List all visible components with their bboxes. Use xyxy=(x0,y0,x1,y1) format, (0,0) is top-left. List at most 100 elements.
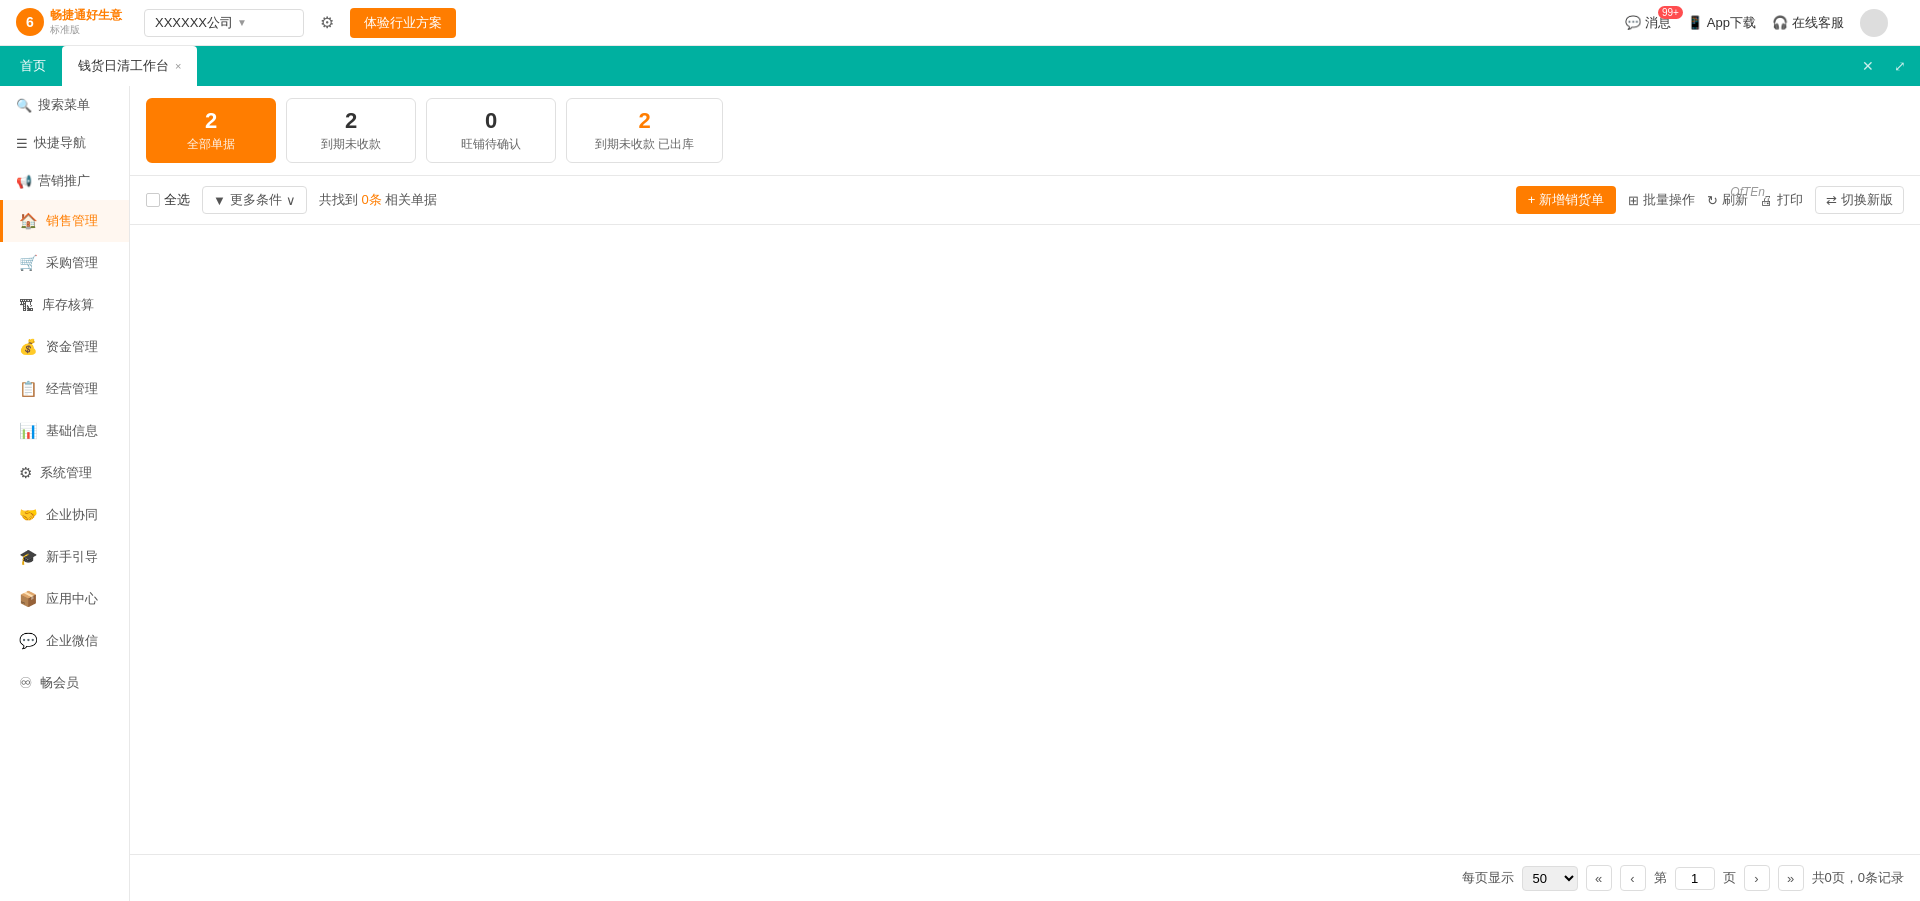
quick-nav-icon: ☰ xyxy=(16,136,28,151)
nav-tabs: 首页 钱货日清工作台 × ✕ ⤢ xyxy=(0,46,1920,86)
batch-icon: ⊞ xyxy=(1628,193,1639,208)
logo-area: 6 畅捷通好生意 标准版 xyxy=(16,8,136,36)
stat-cards: 2 全部单据 2 到期未收款 0 旺铺待确认 2 到期未收款 已出库 xyxy=(130,86,1920,176)
logo-icon: 6 xyxy=(16,8,44,36)
add-sale-order-button[interactable]: + 新增销货单 xyxy=(1516,186,1616,214)
stat-card-shipped[interactable]: 2 到期未收款 已出库 xyxy=(566,98,723,163)
system-icon: ⚙ xyxy=(19,464,32,482)
sidebar-item-search[interactable]: 🔍 搜索菜单 xyxy=(0,86,129,124)
select-all-label: 全选 xyxy=(164,191,190,209)
toolbar: 全选 ▼ 更多条件 ∨ 共找到 0条 相关单据 + 新增销货单 ⊞ 批量操作 ↻ xyxy=(130,176,1920,225)
coop-icon: 🤝 xyxy=(19,506,38,524)
main-content: 2 全部单据 2 到期未收款 0 旺铺待确认 2 到期未收款 已出库 xyxy=(130,86,1920,901)
found-number: 0条 xyxy=(362,192,382,207)
filter-icon: ▼ xyxy=(213,193,226,208)
main-layout: 🔍 搜索菜单 ☰ 快捷导航 📢 营销推广 🏠 销售管理 🛒 采购管理 🏗 库存核… xyxy=(0,86,1920,901)
sidebar-item-member[interactable]: ♾ 畅会员 xyxy=(0,662,129,704)
message-icon: 💬 xyxy=(1625,15,1641,30)
stat-all-number: 2 xyxy=(205,108,217,134)
last-page-button[interactable]: » xyxy=(1778,865,1804,891)
sidebar-item-operations[interactable]: 📋 经营管理 xyxy=(0,368,129,410)
per-page-label: 每页显示 xyxy=(1462,869,1514,887)
avatar[interactable] xyxy=(1860,9,1888,37)
base-icon: 📊 xyxy=(19,422,38,440)
sidebar-item-purchase[interactable]: 🛒 采购管理 xyxy=(0,242,129,284)
stat-card-overdue[interactable]: 2 到期未收款 xyxy=(286,98,416,163)
sales-icon: 🏠 xyxy=(19,212,38,230)
print-button[interactable]: 🖨 打印 xyxy=(1760,191,1803,209)
stat-wangpu-label: 旺铺待确认 xyxy=(461,136,521,153)
inventory-icon: 🏗 xyxy=(19,297,34,314)
per-page-select[interactable]: 50 100 200 xyxy=(1522,866,1578,891)
sidebar-inventory-label: 库存核算 xyxy=(42,296,94,314)
tab-daily-work[interactable]: 钱货日清工作台 × xyxy=(62,46,197,86)
often-label: OfTEn xyxy=(1730,185,1765,199)
capital-icon: 💰 xyxy=(19,338,38,356)
close-tab-icon[interactable]: × xyxy=(175,60,181,72)
sidebar-coop-label: 企业协同 xyxy=(46,506,98,524)
top-bar: 6 畅捷通好生意 标准版 XXXXXX公司 ▼ ⚙ 体验行业方案 💬 消息 99… xyxy=(0,0,1920,46)
sidebar-wechat-label: 企业微信 xyxy=(46,632,98,650)
sidebar-item-promo[interactable]: 📢 营销推广 xyxy=(0,162,129,200)
table-area xyxy=(130,225,1920,854)
prev-page-button[interactable]: ‹ xyxy=(1620,865,1646,891)
online-service-button[interactable]: 🎧 在线客服 xyxy=(1772,14,1844,32)
sidebar-item-guide[interactable]: 🎓 新手引导 xyxy=(0,536,129,578)
next-page-button[interactable]: › xyxy=(1744,865,1770,891)
sidebar-operations-label: 经营管理 xyxy=(46,380,98,398)
sidebar-item-coop[interactable]: 🤝 企业协同 xyxy=(0,494,129,536)
company-selector[interactable]: XXXXXX公司 ▼ xyxy=(144,9,304,37)
close-window-button[interactable]: ✕ xyxy=(1856,54,1880,78)
first-page-button[interactable]: « xyxy=(1586,865,1612,891)
quick-nav-label: 快捷导航 xyxy=(34,134,86,152)
stat-card-wangpu[interactable]: 0 旺铺待确认 xyxy=(426,98,556,163)
search-label: 搜索菜单 xyxy=(38,96,90,114)
refresh-icon: ↻ xyxy=(1707,193,1718,208)
sidebar-sales-label: 销售管理 xyxy=(46,212,98,230)
filter-button[interactable]: ▼ 更多条件 ∨ xyxy=(202,186,307,214)
sidebar-item-sales[interactable]: 🏠 销售管理 xyxy=(0,200,129,242)
sidebar-item-inventory[interactable]: 🏗 库存核算 xyxy=(0,284,129,326)
sidebar-capital-label: 资金管理 xyxy=(46,338,98,356)
logo-sub: 标准版 xyxy=(50,23,122,37)
select-all-checkbox[interactable]: 全选 xyxy=(146,191,190,209)
sidebar-item-capital[interactable]: 💰 资金管理 xyxy=(0,326,129,368)
promo-icon: 📢 xyxy=(16,174,32,189)
sidebar-item-wechat[interactable]: 💬 企业微信 xyxy=(0,620,129,662)
stat-overdue-label: 到期未收款 xyxy=(321,136,381,153)
sidebar: 🔍 搜索菜单 ☰ 快捷导航 📢 营销推广 🏠 销售管理 🛒 采购管理 🏗 库存核… xyxy=(0,86,130,901)
app-download-button[interactable]: 📱 App下载 xyxy=(1687,14,1756,32)
toolbar-right: + 新增销货单 ⊞ 批量操作 ↻ 刷新 🖨 打印 ⇄ 切换新版 xyxy=(1516,186,1904,214)
daily-work-tab-label: 钱货日清工作台 xyxy=(78,57,169,75)
sidebar-item-appstore[interactable]: 📦 应用中心 xyxy=(0,578,129,620)
operations-icon: 📋 xyxy=(19,380,38,398)
sidebar-item-system[interactable]: ⚙ 系统管理 xyxy=(0,452,129,494)
print-label: 打印 xyxy=(1777,191,1803,209)
stat-overdue-number: 2 xyxy=(345,108,357,134)
message-button[interactable]: 💬 消息 99+ xyxy=(1625,14,1671,32)
tab-home[interactable]: 首页 xyxy=(4,46,62,86)
sidebar-item-base[interactable]: 📊 基础信息 xyxy=(0,410,129,452)
top-bar-right: 💬 消息 99+ 📱 App下载 🎧 在线客服 xyxy=(1625,9,1904,37)
wechat-icon: 💬 xyxy=(19,632,38,650)
sidebar-member-label: 畅会员 xyxy=(40,674,79,692)
filter-label: 更多条件 xyxy=(230,191,282,209)
page-label: 第 xyxy=(1654,869,1667,887)
expand-window-button[interactable]: ⤢ xyxy=(1888,54,1912,78)
sidebar-item-quick-nav[interactable]: ☰ 快捷导航 xyxy=(0,124,129,162)
service-icon: 🎧 xyxy=(1772,15,1788,30)
logo-text: 畅捷通好生意 xyxy=(50,8,122,22)
batch-operation-button[interactable]: ⊞ 批量操作 xyxy=(1628,191,1695,209)
trial-button[interactable]: 体验行业方案 xyxy=(350,8,456,38)
sidebar-system-label: 系统管理 xyxy=(40,464,92,482)
top-bar-left: 6 畅捷通好生意 标准版 XXXXXX公司 ▼ ⚙ 体验行业方案 xyxy=(16,8,456,38)
switch-version-button[interactable]: ⇄ 切换新版 xyxy=(1815,186,1904,214)
stat-card-all[interactable]: 2 全部单据 xyxy=(146,98,276,163)
company-name: XXXXXX公司 xyxy=(155,14,233,32)
page-unit: 页 xyxy=(1723,869,1736,887)
stat-shipped-label: 到期未收款 已出库 xyxy=(595,136,694,153)
settings-button[interactable]: ⚙ xyxy=(312,8,342,38)
page-number-input[interactable] xyxy=(1675,867,1715,890)
service-label: 在线客服 xyxy=(1792,14,1844,32)
switch-label: 切换新版 xyxy=(1841,191,1893,209)
